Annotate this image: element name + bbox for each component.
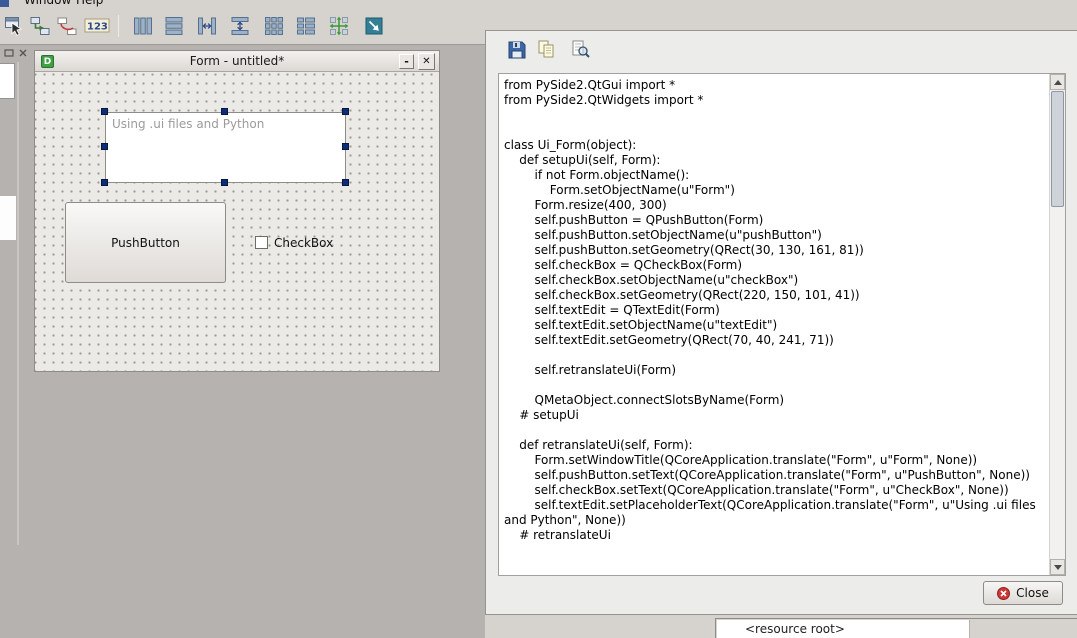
form-window-titlebar[interactable]: D Form - untitled* - ✕ — [35, 51, 439, 72]
edit-buddies-icon — [56, 15, 78, 37]
layout-form-icon — [295, 15, 317, 37]
edit-widgets-button[interactable] — [1, 13, 27, 39]
break-layout-button[interactable] — [326, 13, 352, 39]
layout-grid-button[interactable] — [261, 13, 287, 39]
checkbox-widget[interactable]: CheckBox — [255, 222, 356, 263]
edit-tab-order-icon: 123 — [84, 15, 110, 37]
checkbox-indicator[interactable] — [255, 236, 268, 249]
textedit-placeholder: Using .ui files and Python — [112, 117, 264, 131]
mdi-area: D Form - untitled* - ✕ Using .ui files a… — [0, 45, 485, 638]
resource-browser: <resource root> — [715, 618, 1077, 638]
checkbox-label: CheckBox — [274, 236, 333, 250]
menu-bar: Window Help — [0, 0, 1077, 8]
form-window-title: Form - untitled* — [190, 54, 284, 68]
copy-button[interactable] — [534, 37, 560, 63]
scroll-up-button[interactable] — [1050, 74, 1065, 90]
menu-help[interactable]: Help — [76, 0, 103, 7]
pushbutton-widget[interactable]: PushButton — [65, 202, 226, 283]
form-close-button[interactable]: ✕ — [418, 53, 435, 70]
code-content: from PySide2.QtGui import * from PySide2… — [504, 78, 1047, 573]
layout-form-button[interactable] — [293, 13, 319, 39]
panel-splitter-handle[interactable] — [17, 62, 19, 545]
layout-grid-icon — [263, 15, 285, 37]
layout-vertical-splitter-icon — [229, 15, 251, 37]
widgetbox-list-edge — [0, 195, 16, 241]
dock-close-icon — [17, 47, 29, 59]
layout-horizontal-button[interactable] — [130, 13, 156, 39]
arrow-up-icon — [1054, 80, 1062, 85]
adjust-size-button[interactable] — [361, 13, 387, 39]
code-area: from PySide2.QtGui import * from PySide2… — [498, 73, 1066, 576]
selection-handle-n[interactable] — [221, 108, 228, 115]
widgetbox-filter-edge — [0, 63, 15, 99]
textedit-widget[interactable]: Using .ui files and Python — [105, 112, 346, 183]
layout-horizontal-splitter-icon — [196, 15, 218, 37]
selection-handle-sw[interactable] — [101, 179, 108, 186]
edit-buddies-button[interactable] — [54, 13, 80, 39]
selection-handle-se[interactable] — [342, 179, 349, 186]
edit-tab-order-button[interactable]: 123 — [82, 13, 112, 39]
tab-order-digits: 123 — [87, 22, 108, 33]
selection-handle-nw[interactable] — [101, 108, 108, 115]
resource-list: <resource root> — [717, 620, 970, 638]
layout-horizontal-splitter-button[interactable] — [194, 13, 220, 39]
layout-vertical-icon — [163, 15, 185, 37]
close-button[interactable]: Close — [983, 581, 1063, 605]
code-viewer-dialog: from PySide2.QtGui import * from PySide2… — [485, 30, 1077, 615]
form-window: D Form - untitled* - ✕ Using .ui files a… — [34, 50, 440, 372]
find-icon — [570, 39, 592, 61]
scrollbar-thumb[interactable] — [1051, 91, 1064, 207]
form-window-icon: D — [41, 55, 54, 68]
edit-widgets-icon — [3, 15, 25, 37]
close-button-label: Close — [1016, 586, 1049, 600]
selection-handle-ne[interactable] — [342, 108, 349, 115]
edit-signals-slots-button[interactable] — [27, 13, 53, 39]
dock-float-button[interactable] — [3, 47, 15, 59]
code-vscrollbar[interactable] — [1049, 74, 1065, 575]
form-canvas[interactable]: Using .ui files and Python PushButton Ch… — [35, 72, 439, 371]
dock-float-icon — [3, 47, 15, 59]
pushbutton-label: PushButton — [111, 236, 180, 250]
dock-close-button[interactable] — [17, 47, 29, 59]
selection-handle-w[interactable] — [101, 143, 108, 150]
layout-vertical-button[interactable] — [161, 13, 187, 39]
save-button[interactable] — [504, 37, 530, 63]
toolbar-separator — [118, 15, 119, 37]
layout-horizontal-icon — [132, 15, 154, 37]
arrow-down-icon — [1054, 565, 1062, 570]
copy-icon — [536, 39, 558, 61]
application-window: Window Help — [0, 0, 1077, 638]
resource-root-item[interactable]: <resource root> — [717, 620, 969, 636]
scroll-down-button[interactable] — [1050, 559, 1065, 575]
selection-handle-s[interactable] — [221, 179, 228, 186]
find-button[interactable] — [568, 37, 594, 63]
layout-vertical-splitter-button[interactable] — [227, 13, 253, 39]
save-icon — [506, 39, 528, 61]
form-minimize-button[interactable]: - — [399, 54, 414, 69]
edit-signals-slots-icon — [29, 15, 51, 37]
selection-handle-e[interactable] — [342, 143, 349, 150]
break-layout-icon — [328, 15, 350, 37]
form-icon-letter: D — [44, 57, 51, 67]
close-red-icon — [997, 587, 1010, 600]
adjust-size-icon — [363, 15, 385, 37]
menu-window[interactable]: Window — [24, 0, 71, 7]
